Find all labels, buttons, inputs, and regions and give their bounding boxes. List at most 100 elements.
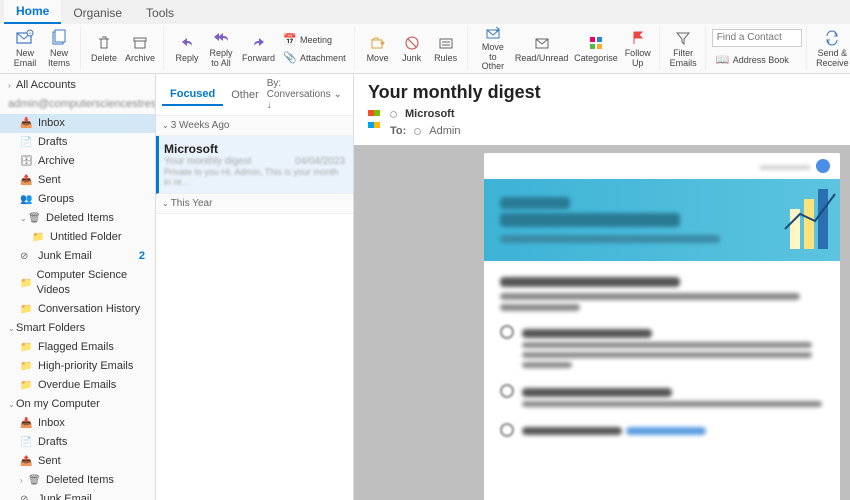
drafts-icon: 📄 (20, 435, 34, 450)
address-book-button[interactable]: 📖Address Book (712, 51, 802, 69)
message-group-3weeks[interactable]: ⌄3 Weeks Ago (156, 116, 353, 136)
follow-up-button[interactable]: Follow Up (621, 26, 655, 72)
read-unread-label: Read/Unread (515, 54, 569, 64)
sent-icon: 📤 (20, 173, 34, 188)
tab-tools[interactable]: Tools (134, 2, 186, 24)
to-label: To: (390, 125, 406, 137)
to-value: Admin (429, 125, 460, 137)
folder-icon: 📁 (32, 230, 46, 245)
deleted-label: Deleted Items (46, 211, 114, 226)
rules-button[interactable]: Rules (429, 26, 463, 72)
inbox-label: Inbox (38, 116, 65, 131)
forward-button[interactable]: Forward (238, 26, 279, 72)
omc-drafts-label: Drafts (38, 435, 67, 450)
meeting-button[interactable]: 📅Meeting (279, 31, 350, 49)
categorise-label: Categorise (574, 54, 618, 64)
sent-icon: 📤 (20, 454, 34, 469)
folder-high-priority[interactable]: 📁High-priority Emails (0, 357, 155, 376)
move-button[interactable]: Move (361, 26, 395, 72)
inbox-icon: 📥 (20, 416, 34, 431)
read-unread-button[interactable]: Read/Unread (512, 26, 571, 72)
rules-label: Rules (434, 54, 457, 64)
tab-other[interactable]: Other (223, 85, 267, 105)
omc-deleted-label: Deleted Items (46, 473, 114, 488)
folder-archive[interactable]: 🗄Archive (0, 152, 155, 171)
new-email-button[interactable]: + New Email (8, 26, 42, 72)
folder-omc-deleted[interactable]: ›🗑Deleted Items (0, 471, 155, 490)
groups-icon: 👥 (20, 192, 34, 207)
new-items-label: New Items (48, 49, 70, 69)
categorise-button[interactable]: Categorise (571, 26, 621, 72)
sort-by-conversations[interactable]: By: Conversations ⌄ ↓ (267, 78, 347, 111)
folder-overdue[interactable]: 📁Overdue Emails (0, 376, 155, 395)
find-contact-input[interactable] (712, 29, 802, 47)
folder-account[interactable]: admin@computersciencestress.com (0, 95, 155, 114)
archive-button[interactable]: Archive (121, 26, 159, 72)
folder-omc-junk[interactable]: ⊘Junk Email (0, 490, 155, 500)
filter-emails-button[interactable]: Filter Emails (666, 26, 701, 72)
new-items-button[interactable]: New Items (42, 26, 76, 72)
reply-button[interactable]: Reply (170, 26, 204, 72)
folder-deleted[interactable]: ⌄🗑Deleted Items (0, 209, 155, 228)
folder-drafts[interactable]: 📄Drafts (0, 133, 155, 152)
folder-sent[interactable]: 📤Sent (0, 171, 155, 190)
reply-all-button[interactable]: Reply to All (204, 26, 238, 72)
delete-button[interactable]: Delete (87, 26, 121, 72)
delete-label: Delete (91, 54, 117, 64)
reply-all-label: Reply to All (210, 49, 233, 69)
folder-conv-history[interactable]: 📁Conversation History (0, 300, 155, 319)
message-group-thisyear[interactable]: ⌄This Year (156, 194, 353, 214)
presence-status-icon (414, 128, 421, 135)
follow-up-label: Follow Up (625, 49, 651, 69)
bullet-icon (500, 384, 514, 398)
send-receive-label: Send & Receive (816, 49, 849, 69)
attachment-icon: 📎 (283, 51, 297, 65)
csv-label: Computer Science Videos (37, 268, 151, 298)
attachment-button[interactable]: 📎Attachment (279, 49, 350, 67)
tab-focused[interactable]: Focused (162, 84, 223, 106)
junk-icon (403, 34, 421, 52)
folder-omc-header[interactable]: ⌄On my Computer (0, 395, 155, 414)
tab-organise[interactable]: Organise (61, 2, 134, 24)
junk-count-badge: 2 (139, 249, 151, 264)
folder-icon: 📁 (20, 302, 34, 317)
trash-folder-icon: 🗑 (28, 211, 42, 226)
folder-junk[interactable]: ⊘Junk Email2 (0, 247, 155, 266)
forward-icon (250, 34, 268, 52)
junk-label: Junk Email (38, 249, 92, 264)
group2-label: This Year (171, 198, 213, 209)
folder-pane: ›All Accounts admin@computersciencestres… (0, 74, 156, 500)
attachment-label: Attachment (300, 53, 346, 63)
folder-omc-inbox[interactable]: 📥Inbox (0, 414, 155, 433)
move-to-other-button[interactable]: Move to Other (474, 26, 513, 72)
message-item[interactable]: Microsoft Your monthly digest 04/04/2023… (156, 136, 353, 194)
email-hero (484, 179, 840, 261)
folder-untitled[interactable]: 📁Untitled Folder (0, 228, 155, 247)
overdue-label: Overdue Emails (38, 378, 116, 393)
bullet-icon (500, 325, 514, 339)
junk-folder-icon: ⊘ (20, 492, 34, 500)
junk-label: Junk (402, 54, 421, 64)
folder-csv[interactable]: 📁Computer Science Videos (0, 266, 155, 300)
junk-button[interactable]: Junk (395, 26, 429, 72)
archive-icon (131, 34, 149, 52)
chevron-down-icon: ⌄ (8, 397, 16, 412)
folder-groups[interactable]: 👥Groups (0, 190, 155, 209)
filter-label: Filter Emails (670, 49, 697, 69)
meeting-label: Meeting (300, 35, 332, 45)
reading-body[interactable]: ▬▬▬▬▬ (354, 145, 850, 500)
reading-pane: Your monthly digest Microsoft To: Admin … (354, 74, 850, 500)
tab-home[interactable]: Home (4, 0, 61, 24)
chevron-down-icon: ⌄ (162, 121, 169, 130)
folder-all-accounts[interactable]: ›All Accounts (0, 76, 155, 95)
folder-smart-header[interactable]: ⌄Smart Folders (0, 319, 155, 338)
all-accounts-label: All Accounts (16, 78, 76, 93)
omc-label: On my Computer (16, 397, 100, 412)
folder-omc-sent[interactable]: 📤Sent (0, 452, 155, 471)
send-receive-button[interactable]: Send & Receive (813, 26, 850, 72)
presence-status-icon (390, 111, 397, 118)
folder-inbox[interactable]: 📥Inbox (0, 114, 155, 133)
folder-omc-drafts[interactable]: 📄 Drafts (0, 433, 155, 452)
folder-flagged[interactable]: 📁Flagged Emails (0, 338, 155, 357)
hero-illustration (780, 179, 840, 261)
